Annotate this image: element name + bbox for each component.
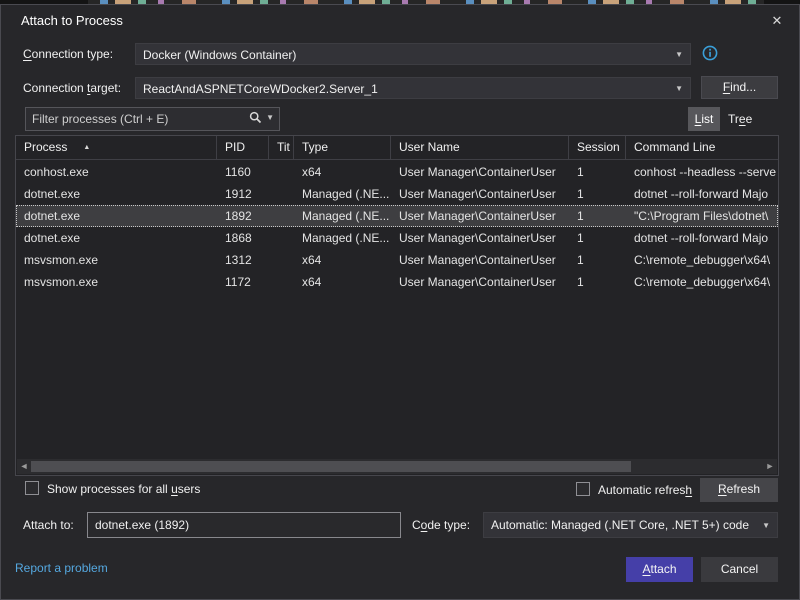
cell-user: User Manager\ContainerUser	[391, 249, 569, 271]
view-tree-button[interactable]: Tree	[728, 107, 752, 131]
table-row[interactable]: msvsmon.exe1312 x64User Manager\Container…	[16, 249, 778, 271]
cell-title	[269, 271, 294, 293]
chevron-down-icon[interactable]: ▼	[762, 513, 770, 538]
attach-button[interactable]: Attach	[626, 557, 693, 582]
process-table-body: conhost.exe1160x64User Manager\Container…	[16, 161, 778, 459]
cell-pid: 1912	[217, 183, 269, 205]
connection-target-value: ReactAndASPNETCoreWDocker2.Server_1	[143, 82, 378, 96]
view-list-button[interactable]: List	[688, 107, 720, 131]
cell-title	[269, 205, 294, 227]
find-button[interactable]: Find...	[701, 76, 778, 99]
table-row[interactable]: msvsmon.exe1172 x64User Manager\Container…	[16, 271, 778, 293]
code-type-combobox[interactable]: Automatic: Managed (.NET Core, .NET 5+) …	[483, 512, 778, 538]
cell-pid: 1312	[217, 249, 269, 271]
connection-type-value: Docker (Windows Container)	[143, 48, 296, 62]
cell-user: User Manager\ContainerUser	[391, 183, 569, 205]
refresh-button[interactable]: Refresh	[700, 478, 778, 502]
cell-type: x64	[294, 161, 391, 183]
process-table-header: Process▲PIDTitTypeUser NameSessionComman…	[16, 136, 778, 160]
connection-target-combobox[interactable]: ReactAndASPNETCoreWDocker2.Server_1 ▼	[135, 77, 691, 99]
cell-pid: 1868	[217, 227, 269, 249]
cell-command: dotnet --roll-forward Majo	[626, 227, 778, 249]
column-header-command-line[interactable]: Command Line	[626, 136, 778, 159]
chevron-down-icon[interactable]: ▼	[266, 113, 274, 122]
cell-command: conhost --headless --serve	[626, 161, 778, 183]
filter-processes-input[interactable]	[32, 108, 242, 130]
cancel-button[interactable]: Cancel	[701, 557, 778, 582]
cell-session: 1	[569, 205, 626, 227]
column-header-type[interactable]: Type	[294, 136, 391, 159]
cell-type: x64	[294, 249, 391, 271]
cell-title	[269, 249, 294, 271]
code-type-value: Automatic: Managed (.NET Core, .NET 5+) …	[491, 518, 749, 532]
cell-user: User Manager\ContainerUser	[391, 205, 569, 227]
cell-command: C:\remote_debugger\x64\	[626, 271, 778, 293]
column-header-process[interactable]: Process▲	[16, 136, 217, 159]
cell-session: 1	[569, 183, 626, 205]
cell-user: User Manager\ContainerUser	[391, 227, 569, 249]
table-row[interactable]: dotnet.exe1912 Managed (.NE...User Manage…	[16, 183, 778, 205]
cell-session: 1	[569, 227, 626, 249]
cell-type: Managed (.NE...	[294, 227, 391, 249]
column-header-tit[interactable]: Tit	[269, 136, 294, 159]
column-header-session[interactable]: Session	[569, 136, 626, 159]
code-type-label: Code type:	[412, 518, 470, 532]
filter-processes-box[interactable]: ▼	[25, 107, 280, 131]
close-icon[interactable]: ✕	[765, 9, 789, 33]
automatic-refresh-label[interactable]: Automatic refresh	[598, 483, 692, 497]
cell-pid: 1172	[217, 271, 269, 293]
cell-title	[269, 183, 294, 205]
cell-process: msvsmon.exe	[16, 271, 217, 293]
cell-process: dotnet.exe	[16, 227, 217, 249]
cell-session: 1	[569, 249, 626, 271]
cell-user: User Manager\ContainerUser	[391, 271, 569, 293]
info-icon[interactable]	[702, 45, 718, 61]
cell-type: Managed (.NE...	[294, 205, 391, 227]
table-row[interactable]: conhost.exe1160 x64User Manager\Container…	[16, 161, 778, 183]
screen: Attach to Process ✕ Connection type: Doc…	[0, 0, 800, 600]
scroll-left-icon[interactable]: ◄	[17, 459, 31, 474]
cell-command: "C:\Program Files\dotnet\	[626, 205, 778, 227]
cell-command: C:\remote_debugger\x64\	[626, 249, 778, 271]
column-header-user-name[interactable]: User Name	[391, 136, 569, 159]
cell-process: msvsmon.exe	[16, 249, 217, 271]
automatic-refresh-checkbox[interactable]	[576, 482, 590, 496]
cell-session: 1	[569, 271, 626, 293]
cell-title	[269, 227, 294, 249]
cell-pid: 1160	[217, 161, 269, 183]
cell-title	[269, 161, 294, 183]
column-header-pid[interactable]: PID	[217, 136, 269, 159]
connection-type-combobox[interactable]: Docker (Windows Container) ▼	[135, 43, 691, 65]
table-row[interactable]: dotnet.exe1868 Managed (.NE...User Manage…	[16, 227, 778, 249]
show-all-users-checkbox[interactable]	[25, 481, 39, 495]
sort-ascending-icon: ▲	[83, 144, 90, 151]
dialog-title: Attach to Process	[21, 13, 123, 28]
horizontal-scrollbar[interactable]: ◄ ►	[17, 459, 777, 474]
connection-type-label: Connection type:	[23, 47, 113, 61]
attach-to-process-dialog: Attach to Process ✕ Connection type: Doc…	[0, 4, 800, 600]
cell-user: User Manager\ContainerUser	[391, 161, 569, 183]
cell-type: x64	[294, 271, 391, 293]
show-all-users-label[interactable]: Show processes for all users	[47, 482, 200, 496]
report-a-problem-link[interactable]: Report a problem	[15, 561, 108, 575]
attach-to-input[interactable]	[87, 512, 401, 538]
connection-target-label: Connection target:	[23, 81, 121, 95]
cell-command: dotnet --roll-forward Majo	[626, 183, 778, 205]
cell-pid: 1892	[217, 205, 269, 227]
cell-session: 1	[569, 161, 626, 183]
process-table: Process▲PIDTitTypeUser NameSessionComman…	[15, 135, 779, 476]
cell-process: conhost.exe	[16, 161, 217, 183]
scroll-right-icon[interactable]: ►	[763, 459, 777, 474]
cell-type: Managed (.NE...	[294, 183, 391, 205]
search-icon[interactable]	[249, 111, 262, 124]
table-row[interactable]: dotnet.exe1892 Managed (.NE...User Manage…	[16, 205, 778, 227]
scrollbar-thumb[interactable]	[31, 461, 631, 472]
cell-process: dotnet.exe	[16, 205, 217, 227]
attach-to-label: Attach to:	[23, 518, 74, 532]
chevron-down-icon[interactable]: ▼	[675, 44, 683, 65]
chevron-down-icon[interactable]: ▼	[675, 78, 683, 99]
cell-process: dotnet.exe	[16, 183, 217, 205]
